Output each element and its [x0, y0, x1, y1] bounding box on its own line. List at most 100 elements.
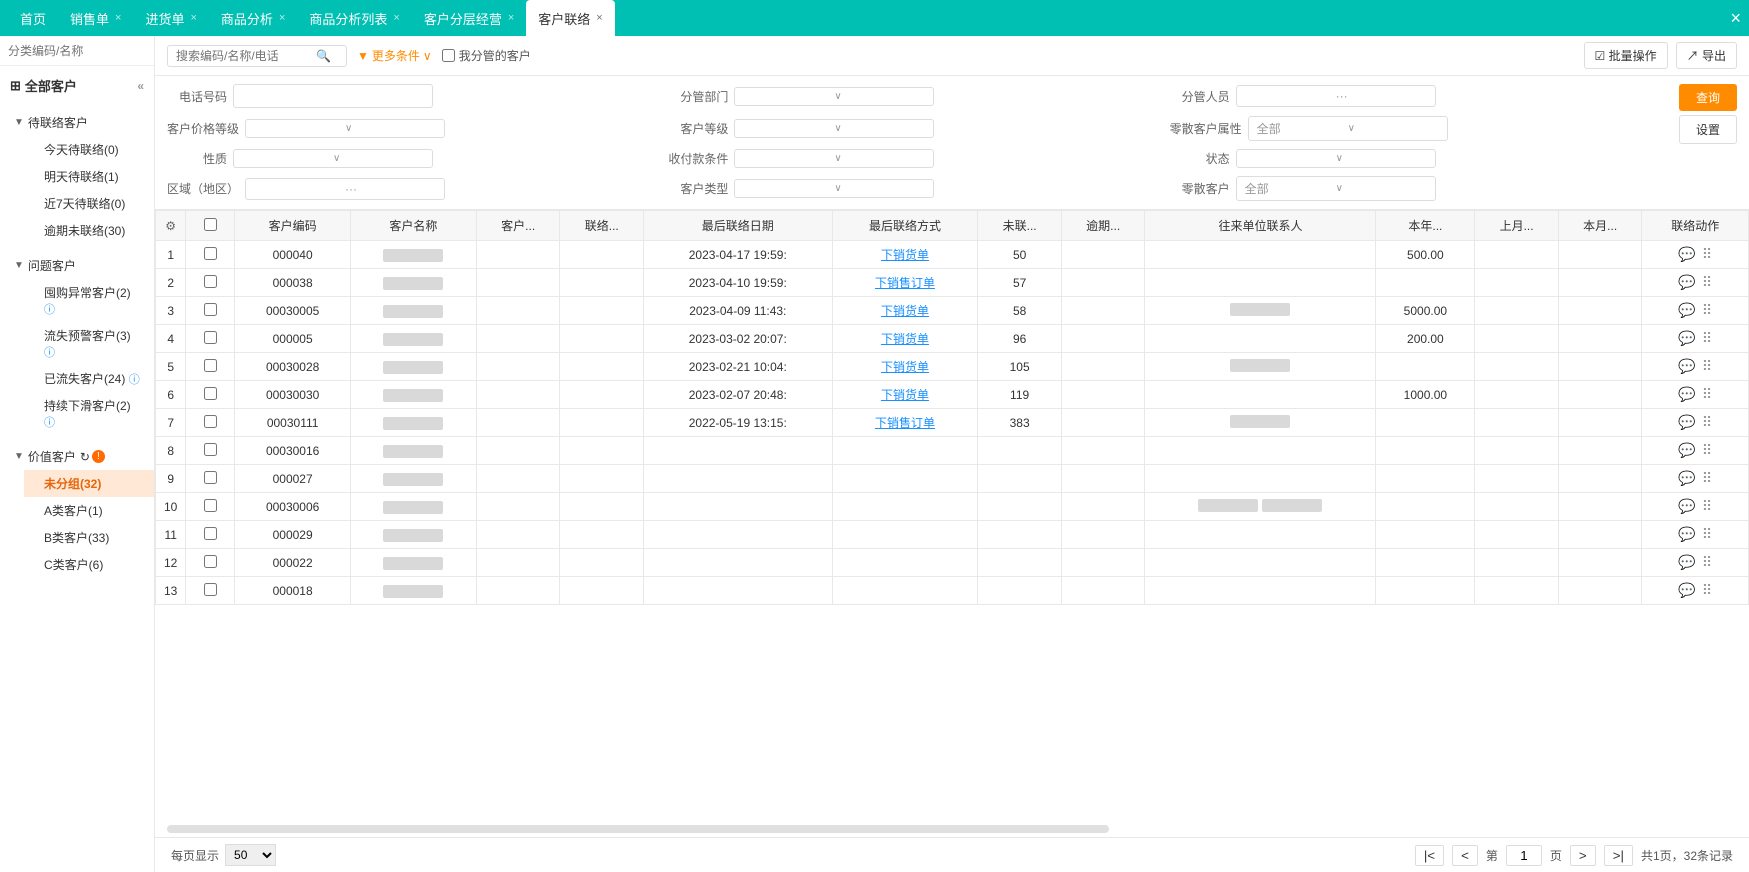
- last-method-link[interactable]: 下销货单: [881, 304, 929, 318]
- batch-ops-button[interactable]: ☑ 批量操作: [1584, 42, 1668, 69]
- sidebar-item-tomorrow[interactable]: 明天待联络(1): [24, 163, 154, 190]
- row-checkbox[interactable]: [204, 499, 217, 512]
- window-close-button[interactable]: ×: [1730, 8, 1741, 29]
- person-select[interactable]: ···: [1236, 85, 1436, 107]
- th-code[interactable]: 客户编码: [235, 211, 350, 241]
- export-button[interactable]: ↗ 导出: [1676, 42, 1737, 69]
- nav-sales[interactable]: 销售单 ×: [58, 0, 133, 36]
- sidebar-item-type-c[interactable]: C类客户(6): [24, 551, 154, 578]
- contact-icon[interactable]: 💬: [1678, 554, 1695, 571]
- row-checkbox[interactable]: [204, 443, 217, 456]
- row-checkbox[interactable]: [204, 275, 217, 288]
- close-icon[interactable]: ×: [279, 12, 285, 24]
- contact-icon[interactable]: 💬: [1678, 302, 1695, 319]
- more-action-icon[interactable]: ⠿: [1702, 414, 1712, 431]
- value-customers-group[interactable]: ▼ 价值客户 ↻ !: [0, 443, 154, 470]
- contact-icon[interactable]: 💬: [1678, 526, 1695, 543]
- close-icon[interactable]: ×: [508, 12, 514, 24]
- last-page-button[interactable]: >|: [1604, 845, 1633, 866]
- retail-customer-select[interactable]: 全部∨: [1236, 176, 1436, 201]
- filter-search-icon[interactable]: 🔍: [316, 49, 331, 63]
- th-name[interactable]: 客户名称: [350, 211, 476, 241]
- row-checkbox[interactable]: [204, 359, 217, 372]
- prev-page-button[interactable]: <: [1452, 845, 1478, 866]
- sidebar-item-today[interactable]: 今天待联络(0): [24, 136, 154, 163]
- row-checkbox[interactable]: [204, 303, 217, 316]
- more-action-icon[interactable]: ⠿: [1702, 330, 1712, 347]
- phone-input[interactable]: [233, 84, 433, 108]
- contact-icon[interactable]: 💬: [1678, 330, 1695, 347]
- contact-icon[interactable]: 💬: [1678, 386, 1695, 403]
- settings-icon[interactable]: ⚙: [165, 219, 176, 233]
- contact-icon[interactable]: 💬: [1678, 498, 1695, 515]
- horizontal-scrollbar[interactable]: [167, 825, 1109, 833]
- pending-contact-group[interactable]: ▼ 待联络客户: [0, 109, 154, 136]
- region-select[interactable]: ···: [245, 178, 445, 200]
- row-checkbox[interactable]: [204, 471, 217, 484]
- row-checkbox[interactable]: [204, 555, 217, 568]
- status-select[interactable]: ∨: [1236, 149, 1436, 168]
- nature-select[interactable]: ∨: [233, 149, 433, 168]
- more-action-icon[interactable]: ⠿: [1702, 442, 1712, 459]
- th-contact[interactable]: 联络...: [560, 211, 644, 241]
- more-action-icon[interactable]: ⠿: [1702, 554, 1712, 571]
- select-all-checkbox[interactable]: [204, 218, 217, 231]
- sidebar-item-churned[interactable]: 已流失客户(24) ⓘ: [24, 365, 154, 392]
- per-page-select[interactable]: 50 100 200: [225, 844, 276, 866]
- next-page-button[interactable]: >: [1570, 845, 1596, 866]
- contact-icon[interactable]: 💬: [1678, 246, 1695, 263]
- sidebar-item-ungrouped[interactable]: 未分组(32): [24, 470, 154, 497]
- customer-type-select[interactable]: ∨: [734, 179, 934, 198]
- row-checkbox[interactable]: [204, 331, 217, 344]
- last-method-link[interactable]: 下销货单: [881, 388, 929, 402]
- nav-product-analysis[interactable]: 商品分析 ×: [209, 0, 297, 36]
- dots-icon[interactable]: ···: [341, 182, 436, 196]
- th-last-date[interactable]: 最后联络日期: [644, 211, 833, 241]
- more-action-icon[interactable]: ⠿: [1702, 302, 1712, 319]
- nav-customer-tier[interactable]: 客户分层经营 ×: [412, 0, 526, 36]
- more-action-icon[interactable]: ⠿: [1702, 274, 1712, 291]
- row-checkbox[interactable]: [204, 527, 217, 540]
- sidebar-item-overdue[interactable]: 逾期未联络(30): [24, 217, 154, 244]
- more-action-icon[interactable]: ⠿: [1702, 358, 1712, 375]
- th-overdue[interactable]: 逾期...: [1061, 211, 1145, 241]
- last-method-link[interactable]: 下销售订单: [875, 276, 935, 290]
- dots-icon[interactable]: ···: [1332, 89, 1427, 103]
- query-button[interactable]: 查询: [1679, 84, 1737, 111]
- th-unit-contact[interactable]: 往来单位联系人: [1145, 211, 1376, 241]
- close-icon[interactable]: ×: [115, 12, 121, 24]
- nav-customer-contact[interactable]: 客户联络 ×: [526, 0, 614, 36]
- th-last-method[interactable]: 最后联络方式: [832, 211, 978, 241]
- first-page-button[interactable]: |<: [1415, 845, 1444, 866]
- more-action-icon[interactable]: ⠿: [1702, 526, 1712, 543]
- th-type[interactable]: 客户...: [476, 211, 560, 241]
- close-icon[interactable]: ×: [190, 12, 196, 24]
- sidebar-item-type-a[interactable]: A类客户(1): [24, 497, 154, 524]
- last-method-link[interactable]: 下销货单: [881, 360, 929, 374]
- problem-customers-group[interactable]: ▼ 问题客户: [0, 252, 154, 279]
- more-action-icon[interactable]: ⠿: [1702, 582, 1712, 599]
- sidebar-item-hoarding[interactable]: 囤购异常客户(2) ⓘ: [24, 279, 154, 322]
- filter-search-input[interactable]: [176, 49, 316, 63]
- sidebar-item-type-b[interactable]: B类客户(33): [24, 524, 154, 551]
- row-checkbox[interactable]: [204, 247, 217, 260]
- last-method-link[interactable]: 下销售订单: [875, 416, 935, 430]
- nav-product-analysis-list[interactable]: 商品分析列表 ×: [297, 0, 411, 36]
- price-tier-select[interactable]: ∨: [245, 119, 445, 138]
- more-conditions-button[interactable]: ▼ 更多条件 ∨: [357, 47, 432, 64]
- last-method-link[interactable]: 下销货单: [881, 248, 929, 262]
- sidebar-item-7days[interactable]: 近7天待联络(0): [24, 190, 154, 217]
- last-method-link[interactable]: 下销货单: [881, 332, 929, 346]
- reset-button[interactable]: 设置: [1679, 115, 1737, 144]
- retail-attr-select[interactable]: 全部∨: [1248, 116, 1448, 141]
- sidebar-collapse-icon[interactable]: «: [137, 79, 144, 93]
- contact-icon[interactable]: 💬: [1678, 414, 1695, 431]
- more-action-icon[interactable]: ⠿: [1702, 386, 1712, 403]
- sidebar-search-input[interactable]: [8, 44, 155, 58]
- close-icon[interactable]: ×: [393, 12, 399, 24]
- row-checkbox[interactable]: [204, 387, 217, 400]
- more-action-icon[interactable]: ⠿: [1702, 246, 1712, 263]
- row-checkbox[interactable]: [204, 415, 217, 428]
- th-last-month[interactable]: 上月...: [1475, 211, 1559, 241]
- nav-home[interactable]: 首页: [8, 0, 58, 36]
